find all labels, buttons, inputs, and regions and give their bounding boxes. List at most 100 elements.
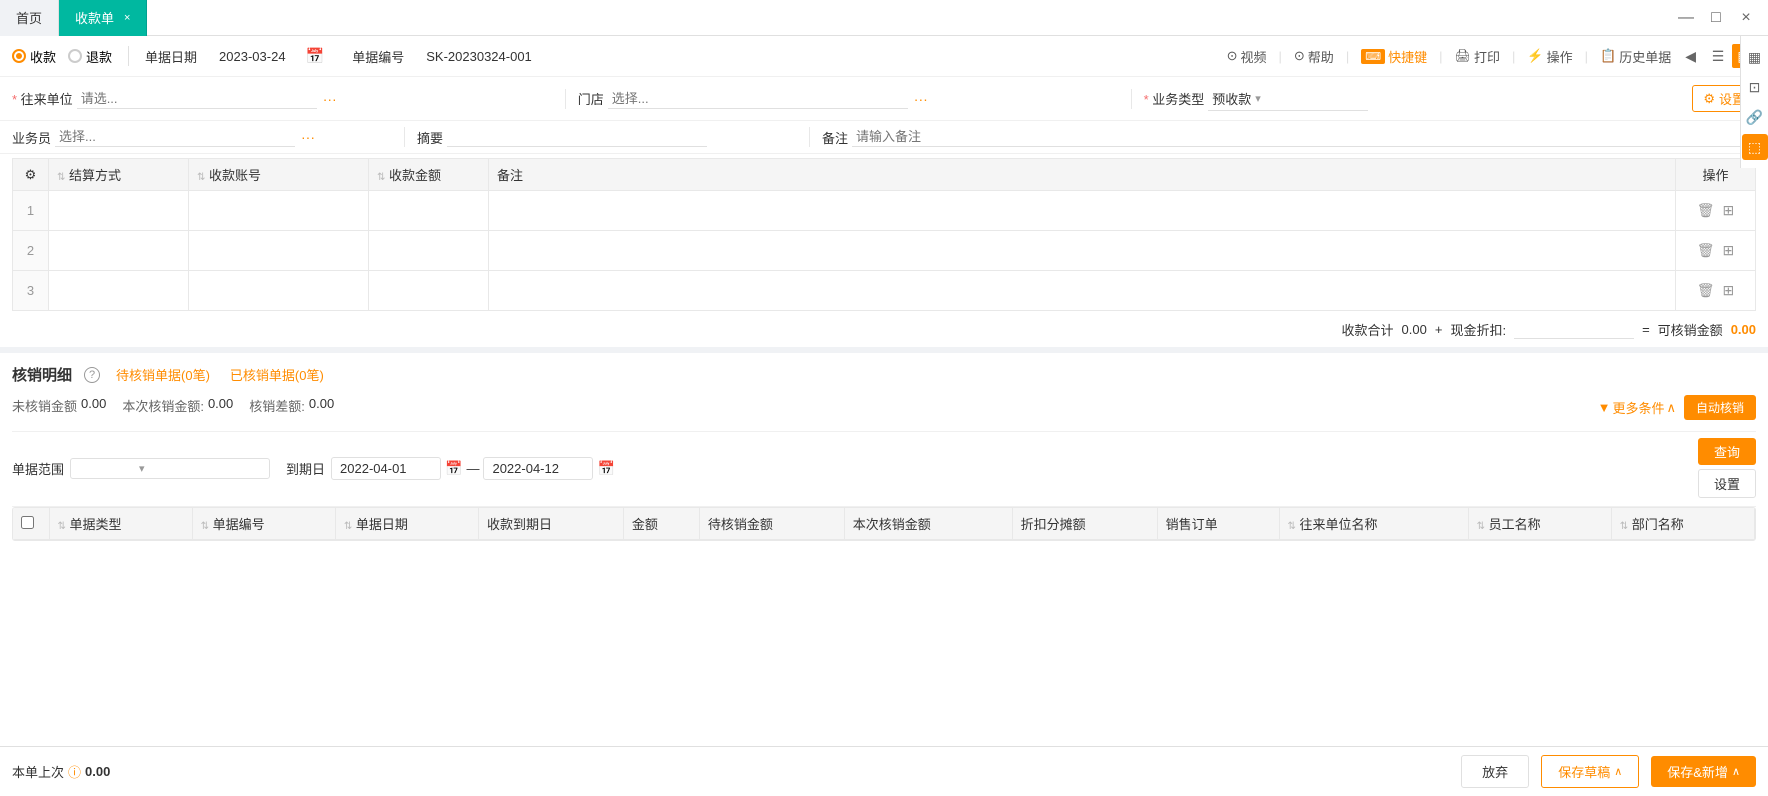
receive-radio[interactable]: 收款 bbox=[12, 47, 56, 66]
counterparty-more-icon[interactable]: ··· bbox=[323, 91, 337, 107]
row1-remark[interactable] bbox=[489, 191, 1676, 231]
row1-amount[interactable] bbox=[369, 191, 489, 231]
calendar-icon[interactable]: 📅 bbox=[306, 47, 325, 65]
salesperson-input[interactable] bbox=[55, 127, 295, 147]
right-panel-icon-2[interactable]: ⊡ bbox=[1742, 74, 1768, 100]
shortcut-label: 快捷键 bbox=[1388, 47, 1427, 66]
shortcut-btn[interactable]: ⌨ 快捷键 bbox=[1357, 45, 1431, 68]
completed-tab-label: 已核销单据(0笔) bbox=[230, 368, 324, 383]
type-radio-group: 收款 退款 bbox=[12, 47, 112, 66]
close-tab-icon[interactable]: × bbox=[124, 12, 130, 24]
row2-account[interactable] bbox=[189, 231, 369, 271]
maximize-icon[interactable]: □ bbox=[1702, 4, 1730, 32]
history-label: 历史单据 bbox=[1619, 47, 1671, 66]
refund-radio[interactable]: 退款 bbox=[68, 47, 112, 66]
row1-copy-icon[interactable]: ⊞ bbox=[1721, 200, 1737, 221]
reconcile-settings-button[interactable]: 设置 bbox=[1698, 469, 1756, 498]
print-btn[interactable]: 🖨 打印 bbox=[1451, 45, 1505, 68]
total-label: 收款合计 bbox=[1342, 320, 1394, 339]
summary-input[interactable] bbox=[447, 127, 707, 147]
save-new-button[interactable]: 保存&新增 ∧ bbox=[1651, 756, 1756, 787]
counterparty-label: 往来单位 bbox=[12, 89, 73, 108]
business-type-label: 业务类型 bbox=[1144, 89, 1205, 108]
right-panel-icon-3[interactable]: 🔗 bbox=[1742, 104, 1768, 130]
date-to-input[interactable] bbox=[483, 457, 593, 480]
row-num-2: 2 bbox=[13, 231, 49, 271]
auto-reconcile-button[interactable]: 自动核销 bbox=[1684, 395, 1756, 420]
store-field: 门店 ··· bbox=[578, 89, 1119, 109]
completed-tab[interactable]: 已核销单据(0笔) bbox=[226, 363, 328, 386]
row1-settlement[interactable] bbox=[49, 191, 189, 231]
unreconciled-label: 未核销金额 bbox=[12, 396, 77, 415]
store-input[interactable] bbox=[608, 89, 908, 109]
remark-input[interactable] bbox=[852, 127, 1756, 147]
row2-settlement[interactable] bbox=[49, 231, 189, 271]
save-draft-button[interactable]: 保存草稿 ∧ bbox=[1541, 755, 1639, 788]
date-from-input[interactable] bbox=[331, 457, 441, 480]
receipt-form: 收款 退款 单据日期 2023-03-24 📅 单据编号 SK-20230324… bbox=[0, 36, 1768, 353]
row3-settlement[interactable] bbox=[49, 271, 189, 311]
discount-input[interactable] bbox=[1514, 319, 1634, 339]
row3-remark[interactable] bbox=[489, 271, 1676, 311]
row3-copy-icon[interactable]: ⊞ bbox=[1721, 280, 1737, 301]
row3-delete-icon[interactable]: 🗑 bbox=[1695, 280, 1717, 301]
reconcile-info-icon[interactable]: ? bbox=[84, 367, 100, 383]
account-header: ⇅ 收款账号 bbox=[189, 159, 369, 191]
diff-stat: 核销差额: 0.00 bbox=[249, 396, 334, 415]
right-panel-icon-4[interactable]: ⬚ bbox=[1742, 134, 1768, 160]
minimize-icon[interactable]: — bbox=[1672, 4, 1700, 32]
row3-amount[interactable] bbox=[369, 271, 489, 311]
remark-header: 备注 bbox=[489, 159, 1676, 191]
current-order-stat: 本单上次 ⓘ 0.00 bbox=[12, 762, 110, 781]
business-type-select[interactable]: 预收款 ▾ bbox=[1208, 87, 1368, 111]
active-tab[interactable]: 收款单 × bbox=[59, 0, 147, 36]
video-btn[interactable]: ⊙ 视频 bbox=[1223, 45, 1271, 68]
business-type-field: 业务类型 预收款 ▾ bbox=[1144, 87, 1685, 111]
collapse-icon: ∧ bbox=[1666, 400, 1676, 416]
row1-delete-icon[interactable]: 🗑 bbox=[1695, 200, 1717, 221]
prev-arrow-icon[interactable]: ◀ bbox=[1683, 46, 1698, 67]
window-close-icon[interactable]: × bbox=[1732, 4, 1760, 32]
pending-tab[interactable]: 待核销单据(0笔) bbox=[112, 363, 214, 386]
summary-field: 摘要 bbox=[417, 127, 797, 147]
due-date-header: 收款到期日 bbox=[478, 508, 623, 540]
row3-action: 🗑 ⊞ bbox=[1676, 271, 1756, 311]
available-label: 可核销金额 bbox=[1658, 320, 1723, 339]
main-wrapper: 收款 退款 单据日期 2023-03-24 📅 单据编号 SK-20230324… bbox=[0, 36, 1768, 796]
summary-label: 摘要 bbox=[417, 128, 443, 147]
row2-amount[interactable] bbox=[369, 231, 489, 271]
right-panel-icon-1[interactable]: ▦ bbox=[1742, 44, 1768, 70]
row2-remark[interactable] bbox=[489, 231, 1676, 271]
reconcile-title: 核销明细 bbox=[12, 364, 72, 385]
row2-copy-icon[interactable]: ⊞ bbox=[1721, 240, 1737, 261]
store-more-icon[interactable]: ··· bbox=[914, 91, 928, 107]
more-conditions-btn[interactable]: ▼ 更多条件 ∧ bbox=[1598, 398, 1676, 417]
list-view-icon[interactable]: ☰ bbox=[1706, 44, 1730, 68]
select-all-checkbox[interactable] bbox=[21, 516, 34, 529]
sales-order-label: 销售订单 bbox=[1166, 517, 1218, 532]
doc-range-filter: 单据范围 ▾ bbox=[12, 458, 270, 479]
date-from-calendar-icon[interactable]: 📅 bbox=[445, 460, 462, 477]
staff-col-header: ⇅ 员工名称 bbox=[1468, 508, 1611, 540]
doc-range-select[interactable]: ▾ bbox=[70, 458, 270, 479]
history-btn[interactable]: 📋 历史单据 bbox=[1596, 45, 1675, 68]
order-info-icon[interactable]: ⓘ bbox=[68, 762, 81, 781]
date-to-calendar-icon[interactable]: 📅 bbox=[597, 460, 614, 477]
doc-num-label: 单据编号 bbox=[213, 517, 265, 532]
help-btn[interactable]: ⊙ 帮助 bbox=[1290, 45, 1338, 68]
operate-btn[interactable]: ⚡ 操作 bbox=[1523, 45, 1576, 68]
row3-account[interactable] bbox=[189, 271, 369, 311]
salesperson-more-icon[interactable]: ··· bbox=[301, 129, 315, 145]
window-controls: — □ × bbox=[1672, 4, 1768, 32]
counterparty-input[interactable] bbox=[77, 89, 317, 109]
settings-icon: ⚙ bbox=[1703, 91, 1715, 107]
row1-account[interactable] bbox=[189, 191, 369, 231]
row2-delete-icon[interactable]: 🗑 bbox=[1695, 240, 1717, 261]
home-tab[interactable]: 首页 bbox=[0, 0, 59, 36]
row2-action: 🗑 ⊞ bbox=[1676, 231, 1756, 271]
toolbar-actions: ⊙ 视频 | ⊙ 帮助 | ⌨ 快捷键 | 🖨 打印 | bbox=[1223, 44, 1756, 68]
query-button[interactable]: 查询 bbox=[1698, 438, 1756, 465]
table-settings-header[interactable]: ⚙ bbox=[13, 159, 49, 191]
abandon-button[interactable]: 放弃 bbox=[1461, 755, 1529, 788]
unreconciled-value: 0.00 bbox=[81, 396, 106, 415]
